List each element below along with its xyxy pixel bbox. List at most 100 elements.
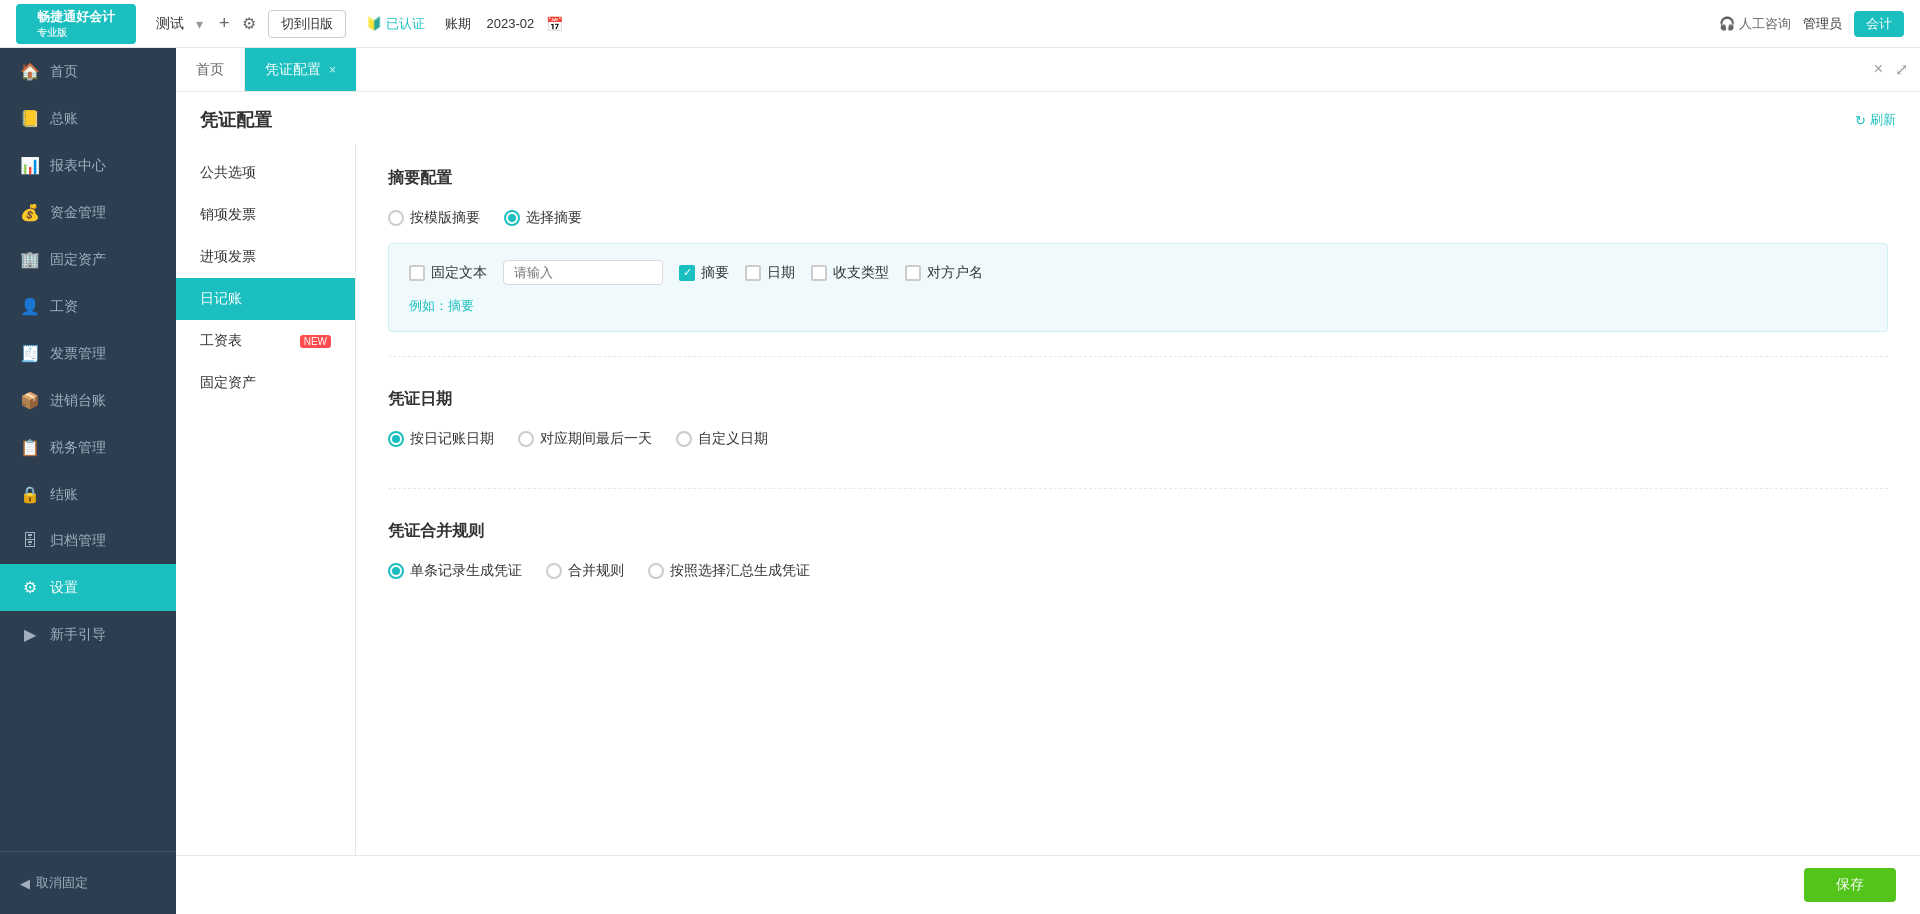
merge-section: 凭证合并规则 单条记录生成凭证 合并规则 按照选择汇总生成凭证 xyxy=(388,521,1888,620)
summary-config-row: 固定文本 ✓ 摘要 日期 xyxy=(409,260,1867,285)
tab-home-label: 首页 xyxy=(196,61,224,79)
left-nav-public[interactable]: 公共选项 xyxy=(176,152,355,194)
company-name: 测试 xyxy=(156,15,184,33)
sidebar-label-home: 首页 xyxy=(50,63,78,81)
settings-icon[interactable]: ⚙ xyxy=(242,14,256,33)
date-option2-label: 对应期间最后一天 xyxy=(540,430,652,448)
report-icon: 📊 xyxy=(20,156,40,175)
sidebar-item-ledger[interactable]: 📒 总账 xyxy=(0,95,176,142)
app-logo: 畅捷通好会计 专业版 xyxy=(16,4,136,44)
consult-button[interactable]: 🎧 人工咨询 xyxy=(1719,15,1791,33)
date-checkbox-item[interactable]: 日期 xyxy=(745,264,795,282)
main-layout: 🏠 首页 📒 总账 📊 报表中心 💰 资金管理 🏢 固定资产 👤 工资 🧾 发票… xyxy=(0,48,1920,914)
income-expense-checkbox-item[interactable]: 收支类型 xyxy=(811,264,889,282)
admin-text[interactable]: 管理员 xyxy=(1803,15,1842,33)
tab-home[interactable]: 首页 xyxy=(176,48,245,91)
period-value: 2023-02 xyxy=(487,16,535,31)
left-nav-payroll-table[interactable]: 工资表 NEW xyxy=(176,320,355,362)
tax-icon: 📋 xyxy=(20,438,40,457)
sidebar-item-fund[interactable]: 💰 资金管理 xyxy=(0,189,176,236)
date-radio3-circle xyxy=(676,431,692,447)
close-window-icon[interactable]: × xyxy=(1874,60,1883,79)
sidebar-item-home[interactable]: 🏠 首页 xyxy=(0,48,176,95)
fixed-text-checkbox-item[interactable]: 固定文本 xyxy=(409,264,487,282)
tab-voucher-config[interactable]: 凭证配置 × xyxy=(245,48,356,91)
sidebar-item-archive[interactable]: 🗄 归档管理 xyxy=(0,518,176,564)
date-option3-label: 自定义日期 xyxy=(698,430,768,448)
company-dropdown-icon[interactable]: ▾ xyxy=(196,16,203,32)
merge-option3[interactable]: 按照选择汇总生成凭证 xyxy=(648,562,810,580)
headset-icon: 🎧 xyxy=(1719,16,1735,31)
sidebar-label-fund: 资金管理 xyxy=(50,204,106,222)
cancel-fixed-button[interactable]: ◀ 取消固定 xyxy=(0,864,176,902)
sidebar-item-closing[interactable]: 🔒 结账 xyxy=(0,471,176,518)
sidebar-item-payroll[interactable]: 👤 工资 xyxy=(0,283,176,330)
refresh-icon: ↻ xyxy=(1855,113,1866,128)
sidebar-label-settings: 设置 xyxy=(50,579,78,597)
calendar-icon[interactable]: 📅 xyxy=(546,16,563,32)
tab-bar-actions: × ⤢ xyxy=(1874,60,1908,79)
arrow-left-icon: ◀ xyxy=(20,876,30,891)
new-badge: NEW xyxy=(300,335,331,348)
summary-title: 摘要配置 xyxy=(388,168,1888,189)
date-option3[interactable]: 自定义日期 xyxy=(676,430,768,448)
old-version-button[interactable]: 切到旧版 xyxy=(268,10,346,38)
date-radio1-circle xyxy=(388,431,404,447)
sidebar-item-guide[interactable]: ▶ 新手引导 xyxy=(0,611,176,658)
fullscreen-icon[interactable]: ⤢ xyxy=(1895,60,1908,79)
sidebar: 🏠 首页 📒 总账 📊 报表中心 💰 资金管理 🏢 固定资产 👤 工资 🧾 发票… xyxy=(0,48,176,914)
tab-close-icon[interactable]: × xyxy=(329,63,336,77)
save-button[interactable]: 保存 xyxy=(1804,868,1896,902)
date-option2[interactable]: 对应期间最后一天 xyxy=(518,430,652,448)
left-nav-fixed-assets[interactable]: 固定资产 xyxy=(176,362,355,404)
counterparty-checkbox-item[interactable]: 对方户名 xyxy=(905,264,983,282)
topbar: 畅捷通好会计 专业版 测试 ▾ + ⚙ 切到旧版 🔰 已认证 账期 2023-0… xyxy=(0,0,1920,48)
merge-option1[interactable]: 单条记录生成凭证 xyxy=(388,562,522,580)
sidebar-label-payroll: 工资 xyxy=(50,298,78,316)
logo-line1: 畅捷通好会计 xyxy=(37,8,115,26)
sidebar-item-report[interactable]: 📊 报表中心 xyxy=(0,142,176,189)
date-option1[interactable]: 按日记账日期 xyxy=(388,430,494,448)
box-icon: 📦 xyxy=(20,391,40,410)
example-text: 例如：摘要 xyxy=(409,297,1867,315)
sidebar-item-invoice[interactable]: 🧾 发票管理 xyxy=(0,330,176,377)
content-area: 首页 凭证配置 × × ⤢ 凭证配置 ↻ 刷新 公共选项 xyxy=(176,48,1920,914)
add-icon[interactable]: + xyxy=(219,13,230,34)
merge-option2[interactable]: 合并规则 xyxy=(546,562,624,580)
left-nav-purchase-invoice[interactable]: 进项发票 xyxy=(176,236,355,278)
refresh-text: 刷新 xyxy=(1870,111,1896,129)
date-checkbox xyxy=(745,265,761,281)
merge-radio-group: 单条记录生成凭证 合并规则 按照选择汇总生成凭证 xyxy=(388,562,1888,580)
left-nav-purchase-label: 进项发票 xyxy=(200,248,256,266)
fund-icon: 💰 xyxy=(20,203,40,222)
fixed-text-input[interactable] xyxy=(503,260,663,285)
sidebar-bottom: ◀ 取消固定 xyxy=(0,851,176,914)
sidebar-item-tax[interactable]: 📋 税务管理 xyxy=(0,424,176,471)
sidebar-item-purchase-sales[interactable]: 📦 进销台账 xyxy=(0,377,176,424)
fixed-text-label: 固定文本 xyxy=(431,264,487,282)
summary-option1[interactable]: 按模版摘要 xyxy=(388,209,480,227)
certification-status: 🔰 已认证 xyxy=(366,15,425,33)
summary-checkbox-item[interactable]: ✓ 摘要 xyxy=(679,264,729,282)
logo-line2: 专业版 xyxy=(37,26,115,40)
sidebar-item-fixed-assets[interactable]: 🏢 固定资产 xyxy=(0,236,176,283)
tab-bar: 首页 凭证配置 × × ⤢ xyxy=(176,48,1920,92)
sidebar-label-purchase-sales: 进销台账 xyxy=(50,392,106,410)
sidebar-label-fixed-assets: 固定资产 xyxy=(50,251,106,269)
left-nav: 公共选项 销项发票 进项发票 日记账 工资表 NEW 固定资产 xyxy=(176,144,356,855)
consult-text: 人工咨询 xyxy=(1739,15,1791,33)
sidebar-label-tax: 税务管理 xyxy=(50,439,106,457)
left-nav-sales-invoice[interactable]: 销项发票 xyxy=(176,194,355,236)
shield-icon: 🔰 xyxy=(366,16,382,31)
sidebar-item-settings[interactable]: ⚙ 设置 xyxy=(0,564,176,611)
income-expense-checkbox xyxy=(811,265,827,281)
left-nav-journal[interactable]: 日记账 xyxy=(176,278,355,320)
inner-layout: 公共选项 销项发票 进项发票 日记账 工资表 NEW 固定资产 xyxy=(176,144,1920,855)
sidebar-label-report: 报表中心 xyxy=(50,157,106,175)
refresh-button[interactable]: ↻ 刷新 xyxy=(1855,111,1896,129)
summary-option2[interactable]: 选择摘要 xyxy=(504,209,582,227)
sidebar-label-closing: 结账 xyxy=(50,486,78,504)
accountant-button[interactable]: 会计 xyxy=(1854,11,1904,37)
date-title: 凭证日期 xyxy=(388,389,1888,410)
topbar-right: 🎧 人工咨询 管理员 会计 xyxy=(1719,11,1904,37)
